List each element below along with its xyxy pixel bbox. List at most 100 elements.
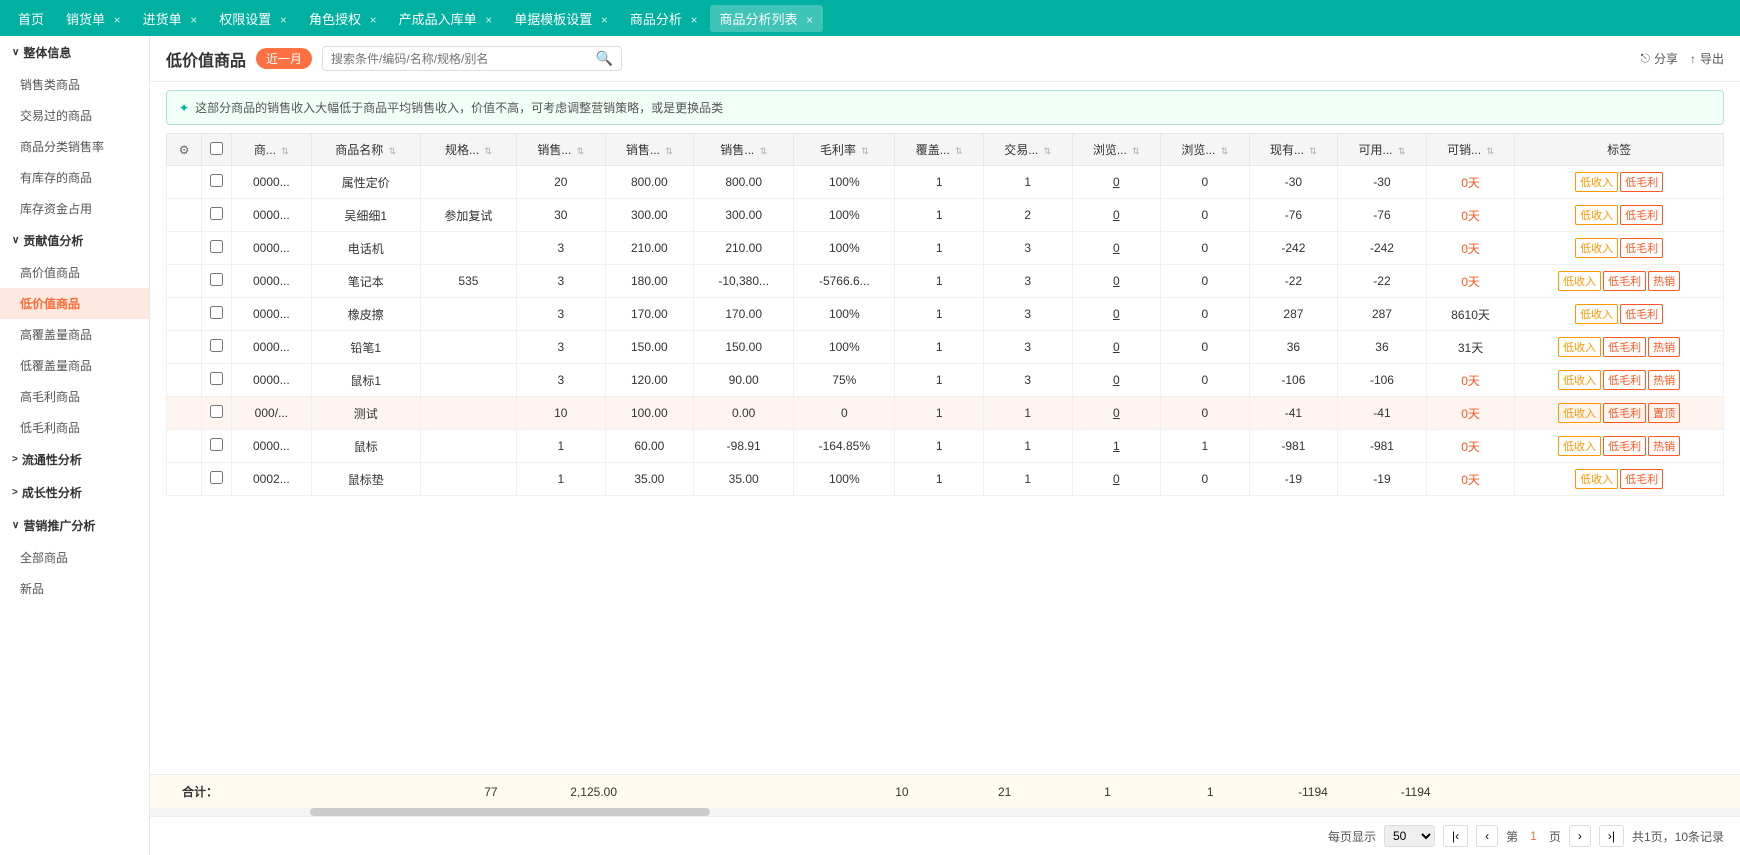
view1-link[interactable]: 0	[1113, 241, 1120, 255]
scrollbar-area[interactable]	[150, 808, 1740, 816]
sidebar-item-new-goods[interactable]: 新品	[0, 573, 149, 604]
row-view1[interactable]: 1	[1072, 430, 1161, 463]
available-column-header[interactable]: 可用... ⇅	[1338, 134, 1427, 166]
close-icon[interactable]: ×	[485, 13, 492, 27]
sidebar-item-high-profit[interactable]: 高毛利商品	[0, 381, 149, 412]
row-checkbox-cell[interactable]	[202, 232, 232, 265]
row-settings[interactable]	[167, 199, 202, 232]
row-checkbox[interactable]	[210, 471, 223, 484]
row-checkbox-cell[interactable]	[202, 265, 232, 298]
row-checkbox-cell[interactable]	[202, 397, 232, 430]
row-settings[interactable]	[167, 232, 202, 265]
sidebar-group-contribution[interactable]: ∨ 贡献值分析	[0, 224, 149, 257]
view1-link[interactable]: 0	[1113, 208, 1120, 222]
nav-analysis[interactable]: 商品分析 ×	[620, 5, 708, 32]
code-column-header[interactable]: 商... ⇅	[232, 134, 311, 166]
row-view1[interactable]: 0	[1072, 463, 1161, 496]
search-icon[interactable]: 🔍	[596, 50, 613, 67]
export-btn[interactable]: ↑ 导出	[1690, 50, 1724, 67]
sidebar-item-high-coverage[interactable]: 高覆盖量商品	[0, 319, 149, 350]
time-filter-btn[interactable]: 近一月	[256, 48, 312, 69]
row-view1[interactable]: 0	[1072, 232, 1161, 265]
scrollbar-thumb[interactable]	[310, 808, 710, 816]
row-settings[interactable]	[167, 463, 202, 496]
row-checkbox-cell[interactable]	[202, 199, 232, 232]
gross-rate-column-header[interactable]: 毛利率 ⇅	[794, 134, 895, 166]
view1-link[interactable]: 0	[1113, 373, 1120, 387]
row-checkbox-cell[interactable]	[202, 331, 232, 364]
view1-column-header[interactable]: 浏览... ⇅	[1072, 134, 1161, 166]
row-view1[interactable]: 0	[1072, 265, 1161, 298]
close-icon[interactable]: ×	[370, 13, 377, 27]
row-settings[interactable]	[167, 331, 202, 364]
view1-link[interactable]: 0	[1113, 307, 1120, 321]
row-settings[interactable]	[167, 397, 202, 430]
nav-template[interactable]: 单据模板设置 ×	[504, 5, 618, 32]
row-checkbox[interactable]	[210, 372, 223, 385]
view1-link[interactable]: 0	[1113, 175, 1120, 189]
view2-column-header[interactable]: 浏览... ⇅	[1161, 134, 1250, 166]
row-view1[interactable]: 0	[1072, 364, 1161, 397]
nav-purchase[interactable]: 进货单 ×	[133, 5, 208, 32]
row-checkbox-cell[interactable]	[202, 364, 232, 397]
row-checkbox[interactable]	[210, 438, 223, 451]
row-checkbox[interactable]	[210, 240, 223, 253]
spec-column-header[interactable]: 规格... ⇅	[420, 134, 516, 166]
row-checkbox-cell[interactable]	[202, 298, 232, 331]
next-page-btn[interactable]: ›	[1569, 825, 1591, 847]
row-checkbox-cell[interactable]	[202, 430, 232, 463]
sidebar-group-marketing[interactable]: ∨ 营销推广分析	[0, 509, 149, 542]
close-icon[interactable]: ×	[601, 13, 608, 27]
sidebar-item-sales-goods[interactable]: 销售类商品	[0, 69, 149, 100]
prev-page-btn[interactable]: ‹	[1476, 825, 1498, 847]
sidebar-group-circulation[interactable]: > 流通性分析	[0, 443, 149, 476]
nav-roles[interactable]: 角色授权 ×	[299, 5, 387, 32]
row-checkbox-cell[interactable]	[202, 463, 232, 496]
sales-amount-column-header[interactable]: 销售... ⇅	[605, 134, 694, 166]
last-page-btn[interactable]: ›|	[1599, 825, 1624, 847]
row-settings[interactable]	[167, 430, 202, 463]
row-checkbox[interactable]	[210, 174, 223, 187]
close-icon[interactable]: ×	[280, 13, 287, 27]
sidebar-group-overall[interactable]: ∨ 整体信息	[0, 36, 149, 69]
sidebar-item-low-value[interactable]: 低价值商品	[0, 288, 149, 319]
trade-column-header[interactable]: 交易... ⇅	[983, 134, 1072, 166]
sidebar-item-high-value[interactable]: 高价值商品	[0, 257, 149, 288]
nav-home[interactable]: 首页	[8, 5, 54, 32]
row-checkbox[interactable]	[210, 339, 223, 352]
close-icon[interactable]: ×	[806, 13, 813, 27]
row-view1[interactable]: 0	[1072, 397, 1161, 430]
name-column-header[interactable]: 商品名称 ⇅	[311, 134, 420, 166]
close-icon[interactable]: ×	[690, 13, 697, 27]
row-checkbox-cell[interactable]	[202, 166, 232, 199]
row-settings[interactable]	[167, 364, 202, 397]
sidebar-item-category-rate[interactable]: 商品分类销售率	[0, 131, 149, 162]
settings-column-header[interactable]: ⚙	[167, 134, 202, 166]
sidebar-item-low-profit[interactable]: 低毛利商品	[0, 412, 149, 443]
sidebar-item-traded-goods[interactable]: 交易过的商品	[0, 100, 149, 131]
view1-link[interactable]: 0	[1113, 274, 1120, 288]
sidebar-group-growth[interactable]: > 成长性分析	[0, 476, 149, 509]
row-checkbox[interactable]	[210, 306, 223, 319]
select-all-checkbox[interactable]	[210, 142, 223, 155]
first-page-btn[interactable]: |‹	[1443, 825, 1468, 847]
sidebar-item-inventory-goods[interactable]: 有库存的商品	[0, 162, 149, 193]
nav-permissions[interactable]: 权限设置 ×	[209, 5, 297, 32]
row-view1[interactable]: 0	[1072, 298, 1161, 331]
sidebar-item-low-coverage[interactable]: 低覆盖量商品	[0, 350, 149, 381]
per-page-select[interactable]: 50 100 200	[1384, 825, 1435, 847]
share-btn[interactable]: ⎋ 分享	[1640, 50, 1678, 67]
sellable-column-header[interactable]: 可销... ⇅	[1426, 134, 1515, 166]
search-input[interactable]	[331, 52, 596, 66]
coverage-column-header[interactable]: 覆盖... ⇅	[895, 134, 984, 166]
view1-link[interactable]: 0	[1113, 406, 1120, 420]
current-column-header[interactable]: 现有... ⇅	[1249, 134, 1338, 166]
row-view1[interactable]: 0	[1072, 199, 1161, 232]
nav-analysis-list[interactable]: 商品分析列表 ×	[710, 5, 824, 32]
row-checkbox[interactable]	[210, 405, 223, 418]
row-view1[interactable]: 0	[1072, 166, 1161, 199]
row-settings[interactable]	[167, 298, 202, 331]
sales-qty-column-header[interactable]: 销售... ⇅	[517, 134, 606, 166]
row-settings[interactable]	[167, 166, 202, 199]
close-icon[interactable]: ×	[114, 13, 121, 27]
